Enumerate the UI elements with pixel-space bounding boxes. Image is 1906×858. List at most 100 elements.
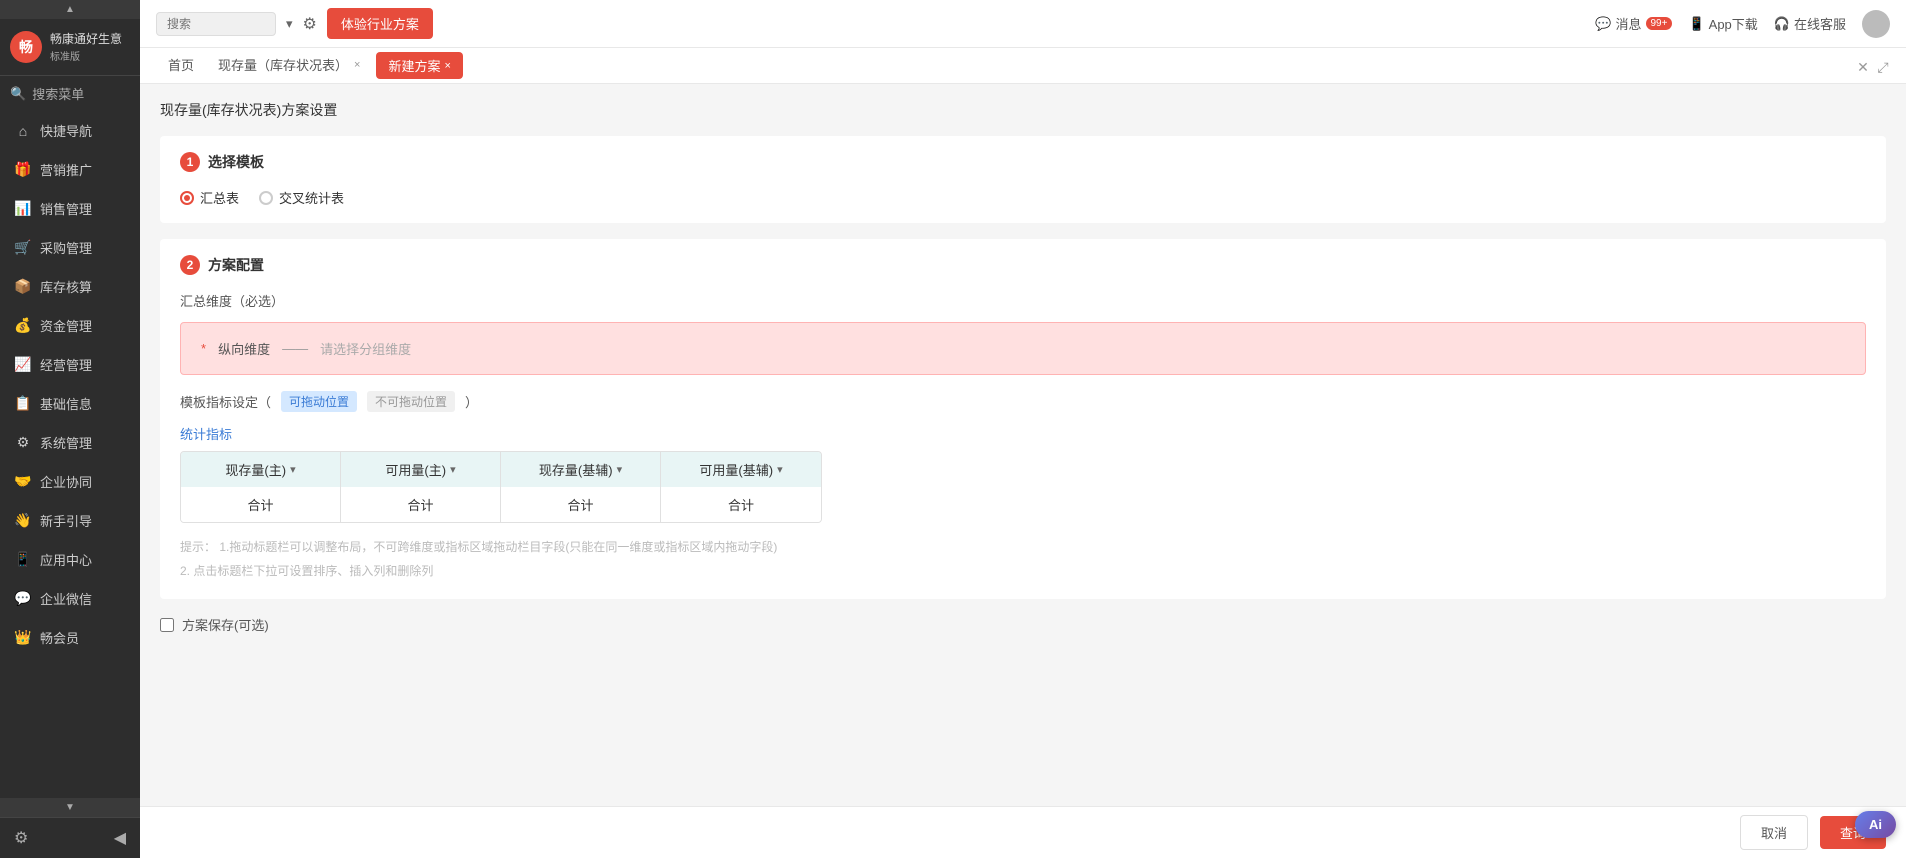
col-body-3: 合计 [661,487,821,522]
tab-new[interactable]: 新建方案 × [376,52,462,79]
window-close-btn[interactable]: ✕ [1856,59,1870,73]
col-body-0: 合计 [181,487,341,522]
tab-inventory[interactable]: 现存量（库存状况表） × [206,48,372,84]
quick-nav-icon: ⌂ [14,122,32,140]
sidebar-item-finance[interactable]: 💰 资金管理 [0,306,140,345]
sidebar: ▲ 畅 畅康通好生意 标准版 🔍 搜索菜单 ⌂ 快捷导航 🎁 营销推广 📊 销售… [0,0,140,858]
search-icon: 🔍 [10,86,26,102]
sidebar-item-label: 采购管理 [40,238,92,257]
topbar-right: 💬 消息 99+ 📱 App下载 🎧 在线客服 [1595,10,1890,38]
sidebar-item-member[interactable]: 👑 畅会员 [0,618,140,657]
purchase-icon: 🛒 [14,239,32,257]
metrics-setting-label: 模板指标设定（ 可拖动位置 不可拖动位置 ） [180,391,1866,412]
window-expand-btn[interactable]: ⤢ [1876,59,1890,73]
radio-summary-label: 汇总表 [200,188,239,207]
sidebar-search[interactable]: 🔍 搜索菜单 [0,76,140,111]
online-service-btn[interactable]: 🎧 在线客服 [1774,14,1846,33]
sidebar-item-marketing[interactable]: 🎁 营销推广 [0,150,140,189]
col-header-0-label: 现存量(主) [225,460,286,479]
message-badge: 99+ [1646,17,1673,30]
app-name: 畅康通好生意 [50,31,122,48]
section-plan-config: 2 方案配置 汇总维度（必选） * 纵向维度 —— 请选择分组维度 模板指标设定… [160,239,1886,599]
save-checkbox[interactable] [160,618,174,632]
col-header-0[interactable]: 现存量(主) ▾ [181,452,341,487]
user-avatar[interactable] [1862,10,1890,38]
sidebar-item-purchase[interactable]: 🛒 采购管理 [0,228,140,267]
dimension-dash: —— [282,341,308,356]
section1-title: 选择模板 [208,152,264,172]
tabs-bar: 首页 现存量（库存状况表） × 新建方案 × ✕ ⤢ [140,48,1906,84]
window-controls: ✕ ⤢ [1856,59,1890,73]
finance-icon: 💰 [14,317,32,335]
headset-icon: 🎧 [1774,16,1790,32]
section1-num: 1 [180,152,200,172]
section2-header: 2 方案配置 [180,255,1866,275]
tab-home[interactable]: 首页 [156,48,206,84]
topbar-gear-icon[interactable]: ⚙ [303,14,317,34]
col-header-3-label: 可用量(基辅) [699,460,773,479]
app-center-icon: 📱 [14,551,32,569]
save-row: 方案保存(可选) [160,615,1886,634]
cancel-button[interactable]: 取消 [1740,815,1808,850]
dimension-placeholder: 请选择分组维度 [320,339,411,358]
app-download-label: App下载 [1709,14,1758,33]
message-btn[interactable]: 💬 消息 99+ [1595,14,1672,33]
radio-cross[interactable]: 交叉统计表 [259,188,344,207]
basic-info-icon: 📋 [14,395,32,413]
sidebar-item-label: 应用中心 [40,550,92,569]
sidebar-item-sales[interactable]: 📊 销售管理 [0,189,140,228]
col-header-3-dropdown[interactable]: ▾ [777,463,783,476]
bottom-bar: 取消 查询 [140,806,1906,858]
sidebar-scroll-up[interactable]: ▲ [0,0,140,19]
sidebar-item-basic-info[interactable]: 📋 基础信息 [0,384,140,423]
collapse-icon[interactable]: ◀ [114,828,126,848]
sidebar-item-system[interactable]: ⚙ 系统管理 [0,423,140,462]
topbar-dropdown-btn[interactable]: ▾ [286,16,293,32]
sidebar-item-label: 系统管理 [40,433,92,452]
tab-home-label: 首页 [168,55,194,74]
metrics-close-text: ） [465,392,478,411]
template-radio-group: 汇总表 交叉统计表 [180,188,1866,207]
vertical-dim-label: 纵向维度 [218,339,270,358]
sidebar-scroll-down[interactable]: ▼ [0,798,140,817]
app-download-btn[interactable]: 📱 App下载 [1688,14,1757,33]
sidebar-item-inventory[interactable]: 📦 库存核算 [0,267,140,306]
sidebar-item-operation[interactable]: 📈 经营管理 [0,345,140,384]
radio-cross-dot [259,191,273,205]
operation-icon: 📈 [14,356,32,374]
col-header-0-dropdown[interactable]: ▾ [290,463,296,476]
radio-summary-dot [180,191,194,205]
section1-header: 1 选择模板 [180,152,1866,172]
newbie-icon: 👋 [14,512,32,530]
sidebar-item-label: 新手引导 [40,511,92,530]
sidebar-item-enterprise[interactable]: 🤝 企业协同 [0,462,140,501]
search-input[interactable] [156,12,276,36]
non-draggable-badge: 不可拖动位置 [367,391,455,412]
save-label: 方案保存(可选) [182,615,269,634]
sidebar-item-enterprise-wechat[interactable]: 💬 企业微信 [0,579,140,618]
trial-btn[interactable]: 体验行业方案 [327,8,433,39]
sidebar-item-app-center[interactable]: 📱 应用中心 [0,540,140,579]
enterprise-wechat-icon: 💬 [14,590,32,608]
sidebar-item-newbie[interactable]: 👋 新手引导 [0,501,140,540]
main-area: ▾ ⚙ 体验行业方案 💬 消息 99+ 📱 App下载 🎧 在线客服 首页 [140,0,1906,858]
col-header-1-dropdown[interactable]: ▾ [450,463,456,476]
sidebar-item-label: 快捷导航 [40,121,92,140]
col-header-1[interactable]: 可用量(主) ▾ [341,452,501,487]
col-header-3[interactable]: 可用量(基辅) ▾ [661,452,821,487]
tab-new-close[interactable]: × [444,60,450,72]
sidebar-item-label: 营销推广 [40,160,92,179]
tab-new-label: 新建方案 [388,56,440,75]
radio-cross-label: 交叉统计表 [279,188,344,207]
settings-icon[interactable]: ⚙ [14,828,28,848]
col-header-2-dropdown[interactable]: ▾ [617,463,623,476]
ai-float-btn[interactable]: Ai [1855,811,1896,838]
col-header-1-label: 可用量(主) [385,460,446,479]
radio-summary[interactable]: 汇总表 [180,188,239,207]
sidebar-item-label: 销售管理 [40,199,92,218]
tip-1: 提示： 1.拖动标题栏可以调整布局，不可跨维度或指标区域拖动栏目字段(只能在同一… [180,535,1866,559]
col-header-2[interactable]: 现存量(基辅) ▾ [501,452,661,487]
sidebar-item-quick-nav[interactable]: ⌂ 快捷导航 [0,111,140,150]
tab-inventory-close[interactable]: × [354,59,360,71]
app-badge: 标准版 [50,48,122,63]
